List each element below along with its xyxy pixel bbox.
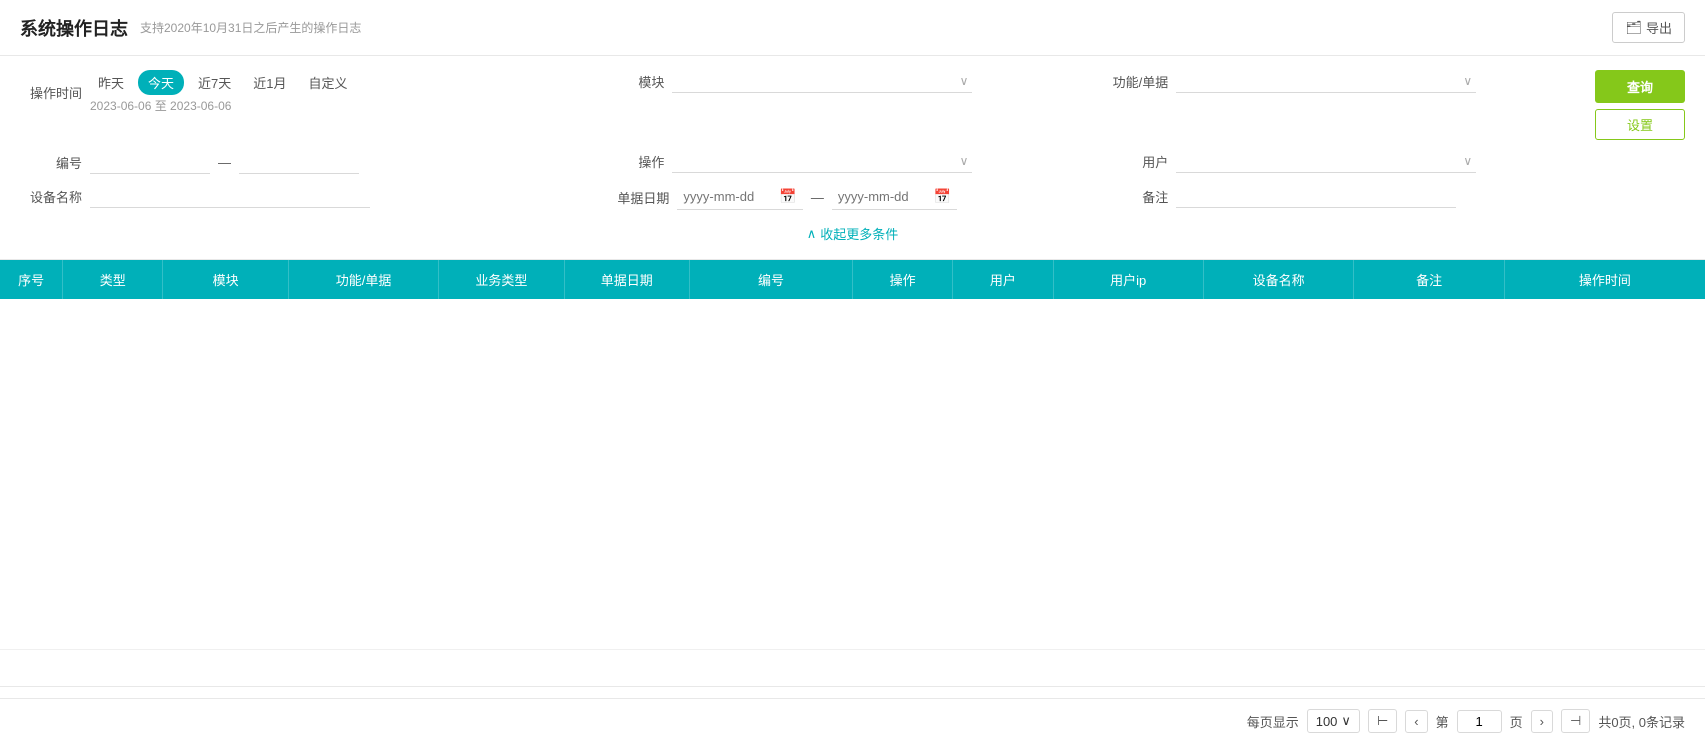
feature-filter-col: 功能/单据 ∨ <box>1106 70 1595 93</box>
prev-page-button[interactable]: ‹ <box>1405 710 1427 733</box>
table-body <box>0 299 1705 649</box>
device-filter-col: 设备名称 <box>20 184 617 208</box>
empty-row <box>0 299 1705 649</box>
export-button[interactable]: 🗂 导出 <box>1612 12 1685 43</box>
date-start-wrapper[interactable]: 📅 <box>677 184 802 210</box>
last-page-button[interactable]: ⊣ <box>1561 709 1590 733</box>
per-page-label: 每页显示 <box>1247 712 1299 731</box>
voucher-date-label: 单据日期 <box>617 188 677 207</box>
col-user: 用户 <box>953 260 1053 299</box>
data-table: 序号 类型 模块 功能/单据 业务类型 单据日期 编号 操作 用户 用户ip 设… <box>0 260 1705 650</box>
empty-cell <box>0 299 1705 649</box>
code-label: 编号 <box>20 153 90 172</box>
collapse-button[interactable]: ∧ 收起更多条件 <box>807 224 899 243</box>
date-dash: — <box>803 190 832 205</box>
filter-row-3: 设备名称 单据日期 📅 — 📅 备注 <box>20 184 1685 210</box>
filter-area: 操作时间 昨天 今天 近7天 近1月 自定义 2023-06-06 至 2023… <box>0 56 1705 260</box>
per-page-value: 100 <box>1316 714 1338 729</box>
collapse-icon: ∧ <box>807 226 817 242</box>
total-label: 共0页, 0条记录 <box>1598 712 1685 731</box>
action-buttons: 查询 设置 <box>1595 70 1685 140</box>
operation-filter-col: 操作 ∨ <box>617 150 1106 173</box>
page-label: 第 <box>1436 712 1449 731</box>
first-page-button[interactable]: ⊢ <box>1368 709 1397 733</box>
code-input-start[interactable] <box>90 150 210 174</box>
horizontal-scrollbar[interactable] <box>0 686 1705 698</box>
operation-select[interactable]: ∨ <box>672 150 972 173</box>
time-btn-custom[interactable]: 自定义 <box>301 70 356 95</box>
col-voucher-date: 单据日期 <box>564 260 689 299</box>
time-label: 操作时间 <box>20 83 90 102</box>
next-page-button[interactable]: › <box>1531 710 1553 733</box>
page-input[interactable] <box>1457 710 1502 733</box>
export-icon: 🗂 <box>1625 20 1642 36</box>
page-header: 系统操作日志 支持2020年10月31日之后产生的操作日志 🗂 导出 <box>0 0 1705 56</box>
col-remark: 备注 <box>1354 260 1504 299</box>
export-label: 导出 <box>1646 18 1672 37</box>
code-input-end[interactable] <box>239 150 359 174</box>
remark-label: 备注 <box>1106 187 1176 206</box>
col-op-time: 操作时间 <box>1504 260 1705 299</box>
feature-label: 功能/单据 <box>1106 72 1176 91</box>
date-end-wrapper[interactable]: 📅 <box>832 184 957 210</box>
col-module: 模块 <box>163 260 288 299</box>
collapse-label: 收起更多条件 <box>820 224 898 243</box>
module-label: 模块 <box>617 72 672 91</box>
module-filter-col: 模块 ∨ <box>617 70 1106 93</box>
time-range-text: 2023-06-06 至 2023-06-06 <box>90 97 356 114</box>
device-label: 设备名称 <box>20 187 90 206</box>
page-subtitle: 支持2020年10月31日之后产生的操作日志 <box>140 19 361 36</box>
pagination-bar: 每页显示 100 ∨ ⊢ ‹ 第 页 › ⊣ 共0页, 0条记录 <box>0 698 1705 743</box>
module-chevron-icon: ∨ <box>960 74 969 88</box>
feature-select[interactable]: ∨ <box>1176 70 1476 93</box>
user-filter-col: 用户 ∨ <box>1106 150 1595 173</box>
col-device: 设备名称 <box>1203 260 1353 299</box>
setting-button[interactable]: 设置 <box>1595 109 1685 140</box>
remark-filter-col: 备注 <box>1106 184 1595 208</box>
feature-chevron-icon: ∨ <box>1463 74 1472 88</box>
user-label: 用户 <box>1106 152 1176 171</box>
date-end-input[interactable] <box>838 189 928 204</box>
table-area: 序号 类型 模块 功能/单据 业务类型 单据日期 编号 操作 用户 用户ip 设… <box>0 260 1705 686</box>
operation-label: 操作 <box>617 152 672 171</box>
page-title: 系统操作日志 <box>20 15 128 41</box>
page-suffix: 页 <box>1510 712 1523 731</box>
voucher-date-filter-col: 单据日期 📅 — 📅 <box>617 184 1106 210</box>
col-business-type: 业务类型 <box>439 260 564 299</box>
time-btn-7days[interactable]: 近7天 <box>190 70 239 95</box>
code-dash: — <box>210 155 239 170</box>
time-buttons: 昨天 今天 近7天 近1月 自定义 <box>90 70 356 95</box>
per-page-select[interactable]: 100 ∨ <box>1307 709 1360 733</box>
collapse-row: ∧ 收起更多条件 <box>20 220 1685 249</box>
time-btn-yesterday[interactable]: 昨天 <box>90 70 132 95</box>
query-button[interactable]: 查询 <box>1595 70 1685 103</box>
filter-row-1: 操作时间 昨天 今天 近7天 近1月 自定义 2023-06-06 至 2023… <box>20 70 1685 140</box>
col-operation: 操作 <box>852 260 952 299</box>
module-select[interactable]: ∨ <box>672 70 972 93</box>
calendar-end-icon[interactable]: 📅 <box>934 188 951 205</box>
date-start-input[interactable] <box>683 189 773 204</box>
time-filter-wrapper: 昨天 今天 近7天 近1月 自定义 2023-06-06 至 2023-06-0… <box>90 70 356 114</box>
col-user-ip: 用户ip <box>1053 260 1203 299</box>
time-btn-1month[interactable]: 近1月 <box>245 70 294 95</box>
per-page-chevron: ∨ <box>1341 713 1351 729</box>
col-index: 序号 <box>0 260 63 299</box>
col-type: 类型 <box>63 260 163 299</box>
time-filter-col: 操作时间 昨天 今天 近7天 近1月 自定义 2023-06-06 至 2023… <box>20 70 617 114</box>
col-code: 编号 <box>689 260 852 299</box>
title-area: 系统操作日志 支持2020年10月31日之后产生的操作日志 <box>20 15 361 41</box>
remark-input[interactable] <box>1176 184 1456 208</box>
user-chevron-icon: ∨ <box>1463 154 1472 168</box>
time-btn-today[interactable]: 今天 <box>138 70 184 95</box>
user-select[interactable]: ∨ <box>1176 150 1476 173</box>
calendar-start-icon[interactable]: 📅 <box>779 188 796 205</box>
code-filter-col: 编号 — <box>20 150 617 174</box>
device-input[interactable] <box>90 184 370 208</box>
col-feature: 功能/单据 <box>288 260 438 299</box>
table-header-row: 序号 类型 模块 功能/单据 业务类型 单据日期 编号 操作 用户 用户ip 设… <box>0 260 1705 299</box>
operation-chevron-icon: ∨ <box>960 154 969 168</box>
filter-row-2: 编号 — 操作 ∨ 用户 ∨ <box>20 150 1685 174</box>
